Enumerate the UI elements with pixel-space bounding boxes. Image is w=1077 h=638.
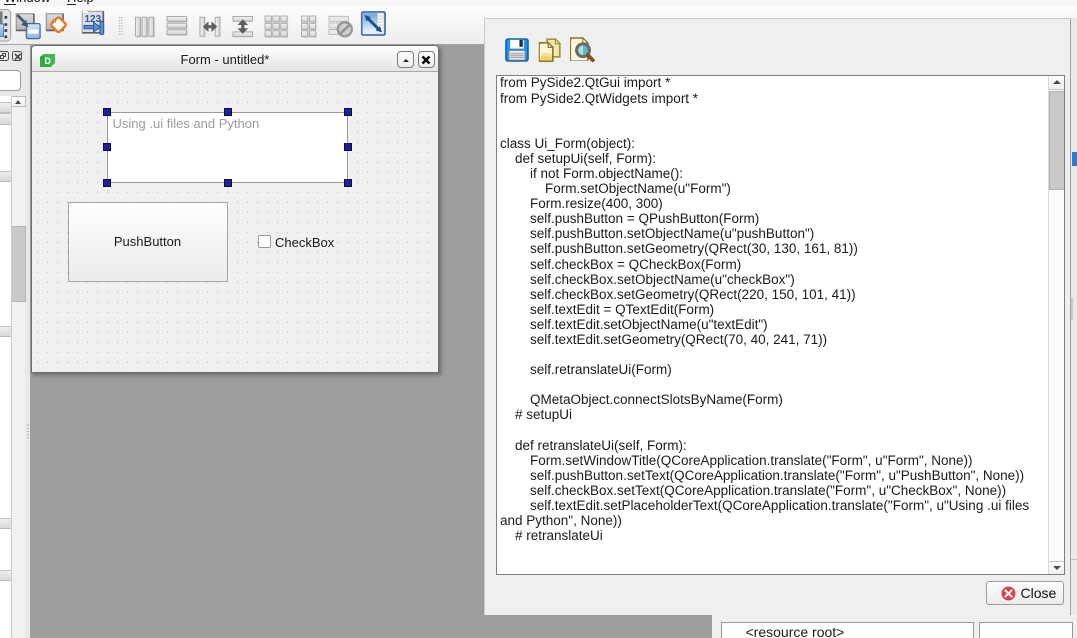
svg-text:D: D xyxy=(44,56,51,66)
svg-text:123: 123 xyxy=(84,14,101,25)
